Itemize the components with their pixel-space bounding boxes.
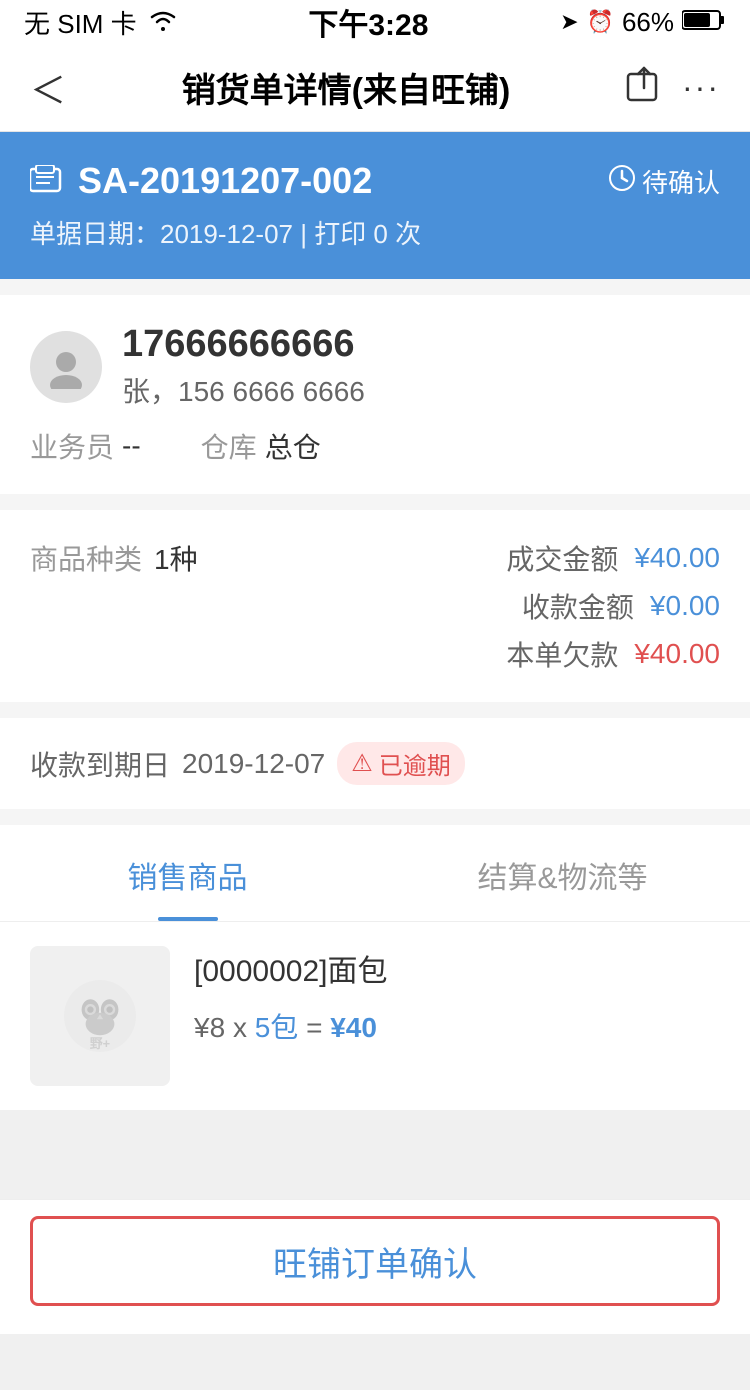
overdue-badge: ⚠ 已逾期	[337, 742, 465, 785]
product-price: ¥8 x 5包 = ¥40	[194, 1006, 720, 1046]
order-id: SA-20191207-002	[30, 160, 372, 202]
nav-title: 销货单详情(来自旺铺)	[182, 63, 511, 112]
due-date-section: 收款到期日 2019-12-07 ⚠ 已逾期	[0, 718, 750, 809]
status-right: ➤ ⏰ 66%	[560, 7, 726, 38]
status-left: 无 SIM 卡	[24, 4, 177, 41]
customer-info: 17666666666 张，156 6666 6666	[122, 323, 365, 410]
customer-section: 17666666666 张，156 6666 6666 业务员 -- 仓库 总仓	[0, 295, 750, 494]
order-status-text: 待确认	[642, 163, 720, 200]
status-time: 下午3:28	[308, 0, 428, 44]
product-image: 野+	[30, 946, 170, 1086]
sales-value: --	[122, 430, 141, 462]
price-multiply: x	[233, 1012, 255, 1043]
equals-sign: =	[306, 1012, 330, 1043]
nav-actions: ···	[626, 66, 720, 109]
deal-amount-value: ¥40.00	[634, 542, 720, 574]
product-info: [0000002]面包 ¥8 x 5包 = ¥40	[194, 946, 720, 1046]
warehouse-value: 总仓	[265, 426, 321, 466]
debt-amount-row: 本单欠款 ¥40.00	[506, 634, 720, 674]
order-icon	[30, 160, 66, 202]
tab-sales-products[interactable]: 销售商品	[0, 825, 375, 921]
product-item: 野+ [0000002]面包 ¥8 x 5包 = ¥40	[0, 922, 750, 1110]
product-qty: 5包	[255, 1012, 299, 1043]
tab-settlement-logistics[interactable]: 结算&物流等	[375, 825, 750, 921]
battery-icon	[682, 7, 726, 38]
battery-text: 66%	[622, 7, 674, 38]
product-type-row: 商品种类 1种	[30, 538, 198, 578]
deal-amount-label: 成交金额	[506, 538, 618, 578]
summary-section: 商品种类 1种 成交金额 ¥40.00 收款金额 ¥0.00 本单欠款 ¥40.…	[0, 510, 750, 702]
received-amount-value: ¥0.00	[650, 590, 720, 622]
svg-text:野+: 野+	[90, 1036, 110, 1051]
received-amount-label: 收款金额	[522, 586, 634, 626]
customer-phone: 17666666666	[122, 323, 365, 366]
sales-label: 业务员	[30, 426, 114, 466]
avatar	[30, 331, 102, 403]
debt-amount-label: 本单欠款	[506, 634, 618, 674]
share-button[interactable]	[626, 66, 662, 109]
wifi-icon	[149, 7, 177, 38]
warning-icon: ⚠	[351, 749, 373, 778]
product-type-label: 商品种类	[30, 538, 142, 578]
confirm-order-button[interactable]: 旺铺订单确认	[30, 1216, 720, 1306]
more-button[interactable]: ···	[682, 69, 720, 106]
debt-amount-value: ¥40.00	[634, 638, 720, 670]
product-name: [0000002]面包	[194, 946, 720, 990]
deal-amount-row: 成交金额 ¥40.00	[506, 538, 720, 578]
due-date-value: 2019-12-07	[182, 748, 325, 780]
back-button[interactable]: ＜	[30, 62, 66, 114]
customer-name: 张，156 6666 6666	[122, 370, 365, 410]
order-meta: 单据日期：2019-12-07 | 打印 0 次	[30, 214, 720, 251]
product-total: ¥40	[330, 1012, 377, 1043]
amounts: 成交金额 ¥40.00 收款金额 ¥0.00 本单欠款 ¥40.00	[506, 538, 720, 674]
nav-bar: ＜ 销货单详情(来自旺铺) ···	[0, 44, 750, 132]
order-id-text: SA-20191207-002	[78, 160, 372, 202]
carrier-text: 无 SIM 卡	[24, 4, 137, 41]
product-type-value: 1种	[154, 538, 198, 578]
price-base: ¥8	[194, 1012, 225, 1043]
status-bar: 无 SIM 卡 下午3:28 ➤ ⏰ 66%	[0, 0, 750, 44]
warehouse-label: 仓库	[201, 426, 257, 466]
tabs-row: 销售商品 结算&物流等	[0, 825, 750, 922]
clock-icon	[608, 164, 636, 199]
received-amount-row: 收款金额 ¥0.00	[522, 586, 720, 626]
order-status: 待确认	[608, 163, 720, 200]
customer-details: 业务员 -- 仓库 总仓	[30, 426, 720, 466]
header-card: SA-20191207-002 待确认 单据日期：2019-12-07 | 打印…	[0, 132, 750, 279]
location-icon: ➤	[560, 9, 578, 35]
overdue-text: 已逾期	[379, 746, 451, 781]
alarm-icon: ⏰	[587, 9, 614, 35]
due-date-label: 收款到期日	[30, 744, 170, 784]
bottom-bar: 旺铺订单确认	[0, 1199, 750, 1334]
